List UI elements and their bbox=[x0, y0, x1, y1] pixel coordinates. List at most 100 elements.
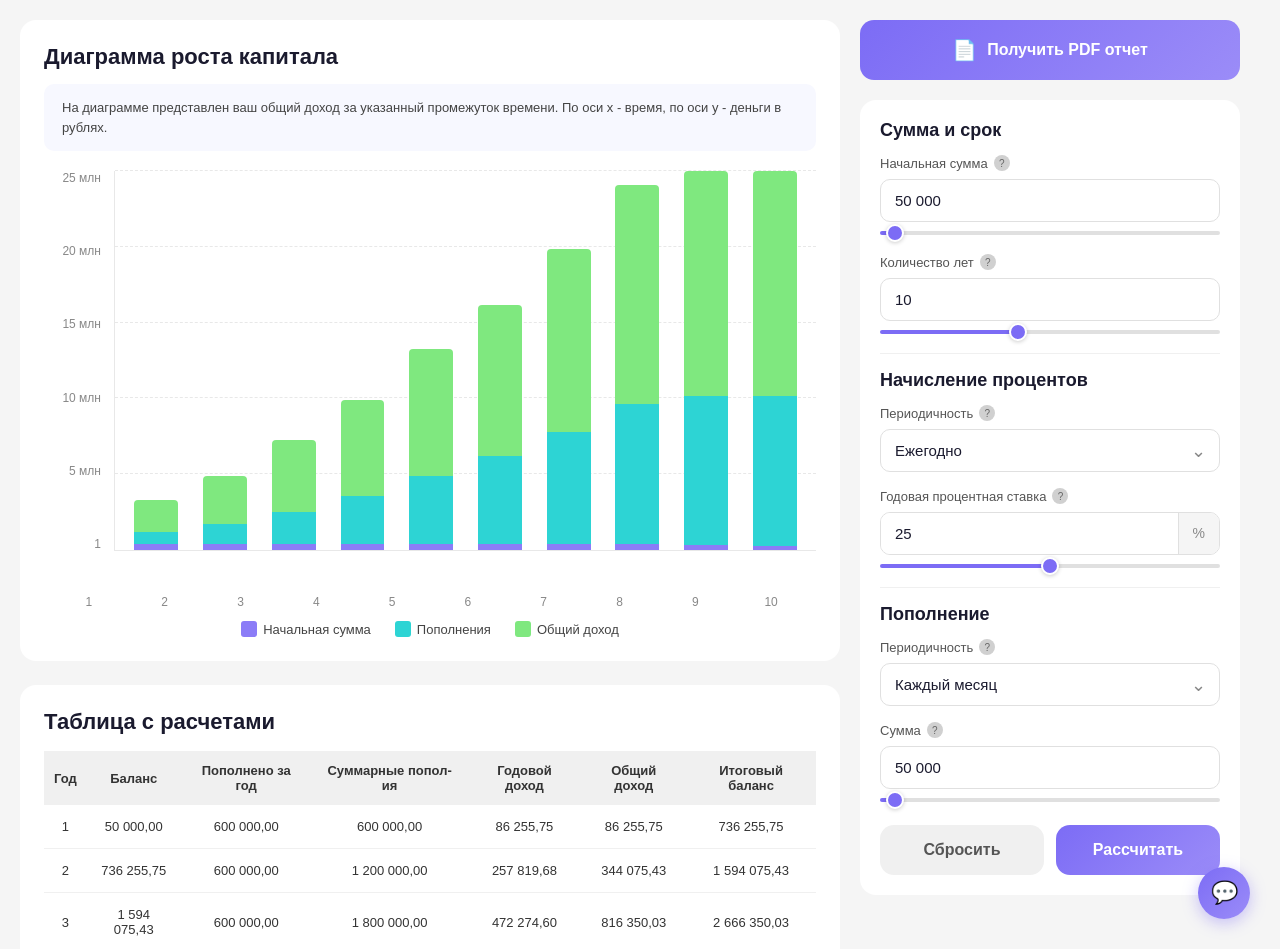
data-table: Год Баланс Пополнено за год Суммарные по… bbox=[44, 751, 816, 949]
years-slider[interactable] bbox=[880, 330, 1220, 334]
bar-initial-9 bbox=[684, 545, 728, 550]
reset-button[interactable]: Сбросить bbox=[880, 825, 1044, 875]
legend-label-deposits: Пополнения bbox=[417, 622, 491, 637]
bar-income-4 bbox=[341, 400, 385, 496]
bar-income-2 bbox=[203, 476, 247, 524]
chat-button[interactable]: 💬 bbox=[1198, 867, 1250, 919]
th-year: Год bbox=[44, 751, 87, 805]
td-deposits_total: 600 000,00 bbox=[312, 805, 468, 849]
td-annual_income: 86 255,75 bbox=[467, 805, 581, 849]
bar-group-1 bbox=[125, 171, 188, 550]
calculate-button[interactable]: Рассчитать bbox=[1056, 825, 1220, 875]
y-label-4: 20 млн bbox=[44, 244, 109, 258]
legend-dot-deposits bbox=[395, 621, 411, 637]
divider-1 bbox=[880, 353, 1220, 354]
interest-periodicity-select-wrapper: Ежедневно Ежемесячно Ежеквартально Ежего… bbox=[880, 429, 1220, 472]
rate-input-wrapper: % bbox=[880, 512, 1220, 555]
replenishment-amount-input[interactable] bbox=[880, 746, 1220, 789]
td-balance: 736 255,75 bbox=[87, 849, 181, 893]
chat-icon: 💬 bbox=[1211, 880, 1238, 906]
table-row: 2736 255,75600 000,001 200 000,00257 819… bbox=[44, 849, 816, 893]
bar-initial-8 bbox=[615, 544, 659, 550]
rate-slider[interactable] bbox=[880, 564, 1220, 568]
bar-income-6 bbox=[478, 305, 522, 457]
years-label: Количество лет ? bbox=[880, 254, 1220, 270]
th-final-balance: Итоговый баланс bbox=[686, 751, 816, 805]
bar-initial-2 bbox=[203, 544, 247, 550]
bar-income-7 bbox=[547, 249, 591, 433]
td-final_balance: 736 255,75 bbox=[686, 805, 816, 849]
bar-group-6 bbox=[469, 171, 532, 550]
replenishment-amount-help-icon[interactable]: ? bbox=[927, 722, 943, 738]
x-labels: 12345678910 bbox=[44, 595, 816, 609]
replenishment-periodicity-select[interactable]: Каждый день Каждый месяц Каждый квартал … bbox=[880, 663, 1220, 706]
pdf-icon: 📄 bbox=[952, 38, 977, 62]
x-label-2: 2 bbox=[130, 595, 200, 609]
x-label-3: 3 bbox=[206, 595, 276, 609]
x-label-6: 6 bbox=[433, 595, 503, 609]
legend-initial: Начальная сумма bbox=[241, 621, 371, 637]
bar-income-10 bbox=[753, 171, 797, 396]
bar-income-5 bbox=[409, 349, 453, 477]
replenishment-periodicity-help-icon[interactable]: ? bbox=[979, 639, 995, 655]
bar-initial-10 bbox=[753, 546, 797, 550]
bar-initial-6 bbox=[478, 544, 522, 550]
chart-section: Диаграмма роста капитала На диаграмме пр… bbox=[20, 20, 840, 661]
pdf-button-label: Получить PDF отчет bbox=[987, 41, 1147, 59]
table-body: 150 000,00600 000,00600 000,0086 255,758… bbox=[44, 805, 816, 949]
td-balance: 50 000,00 bbox=[87, 805, 181, 849]
interest-periodicity-group: Периодичность ? Ежедневно Ежемесячно Еже… bbox=[880, 405, 1220, 472]
right-panel: 📄 Получить PDF отчет Сумма и срок Началь… bbox=[860, 0, 1260, 949]
bar-initial-7 bbox=[547, 544, 591, 550]
bar-group-7 bbox=[537, 171, 600, 550]
table-title: Таблица с расчетами bbox=[44, 709, 816, 735]
years-group: Количество лет ? bbox=[880, 254, 1220, 337]
legend-deposits: Пополнения bbox=[395, 621, 491, 637]
table-section: Таблица с расчетами Год Баланс Пополнено… bbox=[20, 685, 840, 949]
bar-deposits-1 bbox=[134, 532, 178, 544]
td-deposited_year: 600 000,00 bbox=[181, 893, 312, 950]
form-card: Сумма и срок Начальная сумма ? Количеств… bbox=[860, 100, 1240, 895]
chart-container: 1 5 млн 10 млн 15 млн 20 млн 25 млн bbox=[44, 171, 816, 591]
chart-area bbox=[114, 171, 816, 551]
x-label-1: 1 bbox=[54, 595, 124, 609]
replenishment-title: Пополнение bbox=[880, 604, 1220, 625]
years-help-icon[interactable]: ? bbox=[980, 254, 996, 270]
rate-group: Годовая процентная ставка ? % bbox=[880, 488, 1220, 571]
th-total-income: Общий доход bbox=[581, 751, 686, 805]
legend-dot-initial bbox=[241, 621, 257, 637]
rate-help-icon[interactable]: ? bbox=[1052, 488, 1068, 504]
rate-unit: % bbox=[1178, 513, 1219, 554]
bar-income-1 bbox=[134, 500, 178, 532]
x-label-7: 7 bbox=[509, 595, 579, 609]
bar-deposits-10 bbox=[753, 396, 797, 546]
initial-sum-input[interactable] bbox=[880, 179, 1220, 222]
bar-group-8 bbox=[606, 171, 669, 550]
initial-sum-slider[interactable] bbox=[880, 231, 1220, 235]
button-row: Сбросить Рассчитать bbox=[880, 825, 1220, 875]
td-deposited_year: 600 000,00 bbox=[181, 805, 312, 849]
replenishment-periodicity-group: Периодичность ? Каждый день Каждый месяц… bbox=[880, 639, 1220, 706]
bar-deposits-9 bbox=[684, 396, 728, 545]
legend-dot-income bbox=[515, 621, 531, 637]
pdf-button[interactable]: 📄 Получить PDF отчет bbox=[860, 20, 1240, 80]
rate-input[interactable] bbox=[881, 513, 1178, 554]
interest-title: Начисление процентов bbox=[880, 370, 1220, 391]
divider-2 bbox=[880, 587, 1220, 588]
replenishment-amount-group: Сумма ? bbox=[880, 722, 1220, 805]
bar-group-4 bbox=[331, 171, 394, 550]
td-year: 2 bbox=[44, 849, 87, 893]
bar-group-10 bbox=[743, 171, 806, 550]
x-label-5: 5 bbox=[357, 595, 427, 609]
interest-periodicity-help-icon[interactable]: ? bbox=[979, 405, 995, 421]
years-input[interactable] bbox=[880, 278, 1220, 321]
td-deposited_year: 600 000,00 bbox=[181, 849, 312, 893]
replenishment-amount-slider[interactable] bbox=[880, 798, 1220, 802]
legend-income: Общий доход bbox=[515, 621, 619, 637]
legend-label-income: Общий доход bbox=[537, 622, 619, 637]
interest-periodicity-select[interactable]: Ежедневно Ежемесячно Ежеквартально Ежего… bbox=[880, 429, 1220, 472]
initial-sum-help-icon[interactable]: ? bbox=[994, 155, 1010, 171]
bar-income-8 bbox=[615, 185, 659, 404]
bars-container bbox=[115, 171, 816, 550]
bar-deposits-2 bbox=[203, 524, 247, 544]
